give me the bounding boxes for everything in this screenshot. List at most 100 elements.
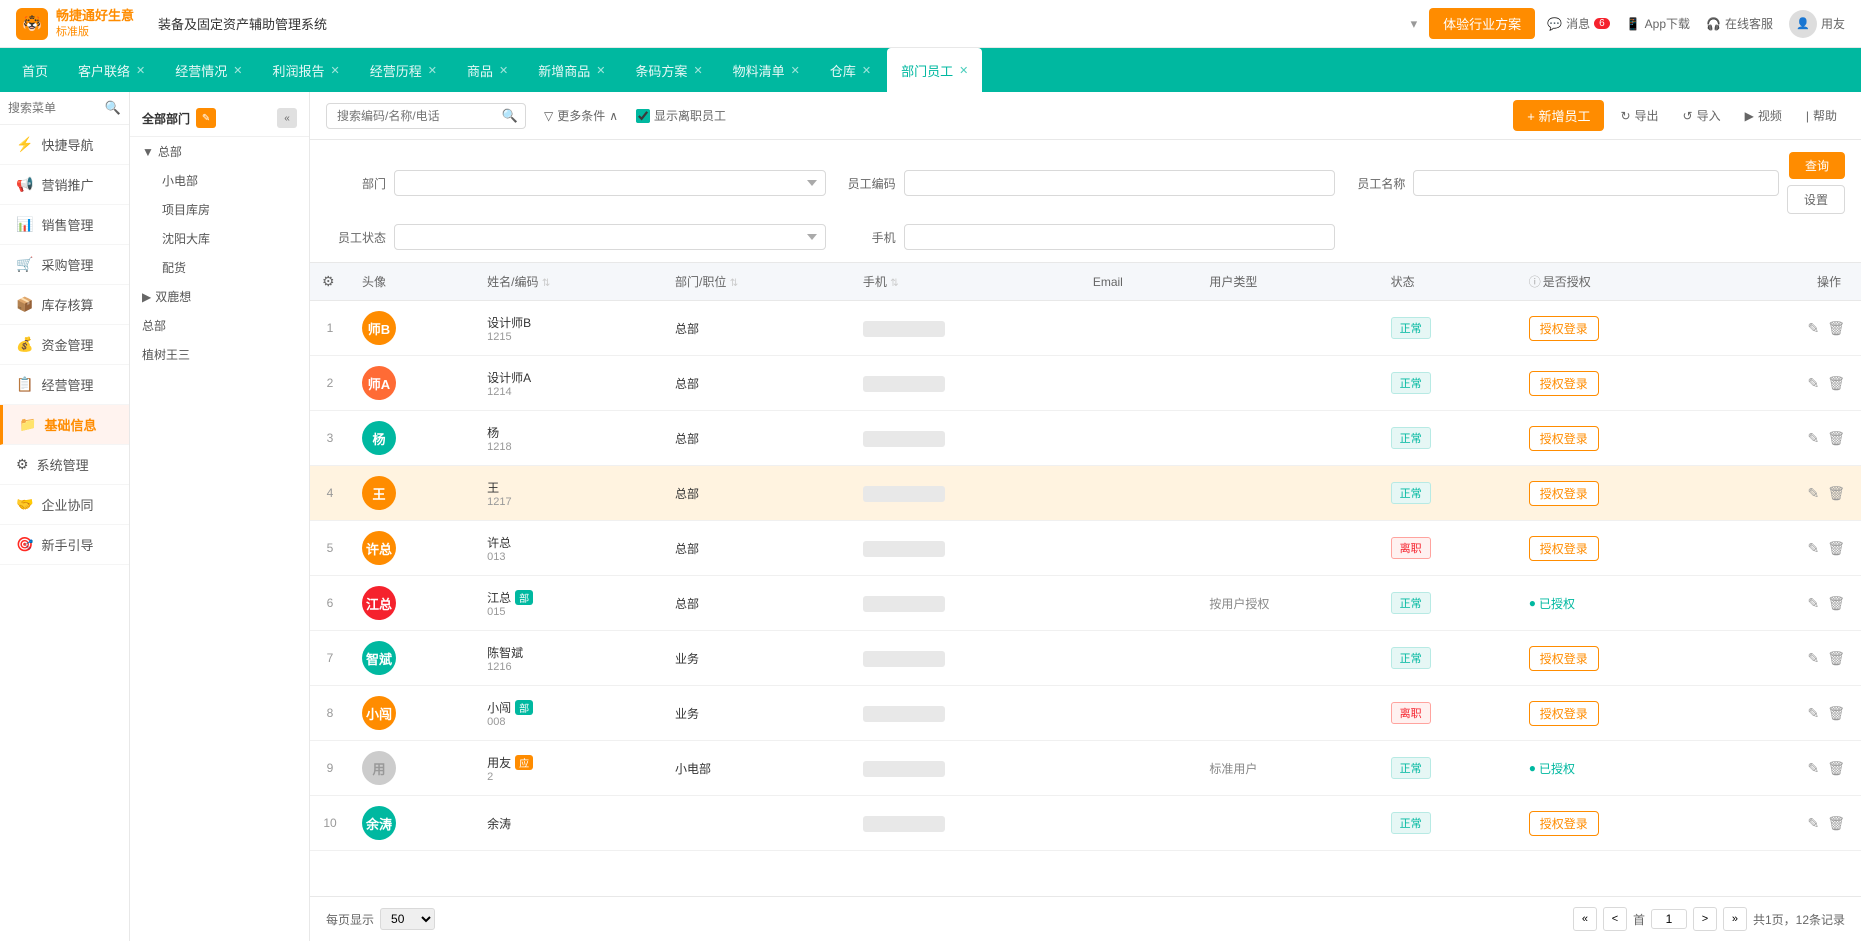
auth-button[interactable]: 授权登录	[1529, 426, 1599, 451]
dept-collapse-button[interactable]: «	[277, 108, 297, 128]
auth-button[interactable]: 授权登录	[1529, 316, 1599, 341]
delete-icon[interactable]: 🗑	[1827, 595, 1845, 612]
close-icon[interactable]: ✕	[428, 64, 437, 77]
tab-bom[interactable]: 物料清单 ✕	[719, 48, 814, 92]
add-employee-button[interactable]: + 新增员工	[1513, 100, 1604, 131]
dept-item-project-storage[interactable]: 项目库房	[130, 195, 309, 224]
emp-name-input[interactable]	[1413, 170, 1779, 196]
app-download-button[interactable]: 📱 App下载	[1626, 15, 1690, 32]
sidebar-item-marketing[interactable]: 📢营销推广	[0, 165, 129, 205]
edit-icon[interactable]: ✎	[1807, 705, 1819, 722]
sidebar-item-quick-nav[interactable]: ⚡快捷导航	[0, 125, 129, 165]
delete-icon[interactable]: 🗑	[1827, 485, 1845, 502]
edit-icon[interactable]: ✎	[1807, 485, 1819, 502]
sidebar-item-sales[interactable]: 📊销售管理	[0, 205, 129, 245]
edit-icon[interactable]: ✎	[1807, 320, 1819, 337]
next-page-button[interactable]: >	[1693, 907, 1717, 931]
prev-page-button[interactable]: <	[1603, 907, 1627, 931]
close-icon[interactable]: ✕	[136, 64, 145, 77]
emp-status-select[interactable]	[394, 224, 826, 250]
close-icon[interactable]: ✕	[862, 64, 871, 77]
delete-icon[interactable]: 🗑	[1827, 430, 1845, 447]
close-icon[interactable]: ✕	[959, 64, 968, 77]
auth-button[interactable]: 授权登录	[1529, 481, 1599, 506]
column-settings-icon[interactable]: ⚙	[322, 273, 335, 289]
dept-all-label[interactable]: 全部部门	[142, 110, 190, 127]
sidebar-item-finance[interactable]: 💰资金管理	[0, 325, 129, 365]
sidebar-item-system[interactable]: ⚙系统管理	[0, 445, 129, 485]
dept-item-plantwang[interactable]: 植树王三	[130, 340, 309, 369]
emp-code-input[interactable]	[904, 170, 1336, 196]
view-button[interactable]: ▶ 视频	[1737, 102, 1790, 129]
tab-goods[interactable]: 商品 ✕	[453, 48, 522, 92]
trial-button[interactable]: 体验行业方案	[1429, 8, 1535, 39]
sort-name-icon[interactable]: ⇅	[542, 278, 550, 289]
user-button[interactable]: 👤 用友	[1789, 10, 1845, 38]
edit-icon[interactable]: ✎	[1807, 760, 1819, 777]
more-filter-button[interactable]: ▽ 更多条件 ∧	[534, 102, 628, 129]
expand-icon[interactable]: ▾	[1411, 16, 1418, 32]
tab-home[interactable]: 首页	[8, 48, 62, 92]
edit-icon[interactable]: ✎	[1807, 540, 1819, 557]
edit-icon[interactable]: ✎	[1807, 815, 1819, 832]
import-button[interactable]: ↺ 导入	[1675, 102, 1729, 129]
dept-select[interactable]	[394, 170, 826, 196]
close-icon[interactable]: ✕	[791, 64, 800, 77]
export-button[interactable]: ↻ 导出	[1612, 102, 1666, 129]
th-name-code[interactable]: 姓名/编码 ⇅	[475, 263, 663, 301]
th-dept-position[interactable]: 部门/职位 ⇅	[663, 263, 851, 301]
page-number-input[interactable]	[1651, 909, 1687, 929]
th-phone[interactable]: 手机 ⇅	[851, 263, 1081, 301]
delete-icon[interactable]: 🗑	[1827, 705, 1845, 722]
dept-edit-button[interactable]: ✎	[196, 108, 216, 128]
delete-icon[interactable]: 🗑	[1827, 540, 1845, 557]
tab-warehouse[interactable]: 仓库 ✕	[816, 48, 885, 92]
tab-barcode[interactable]: 条码方案 ✕	[621, 48, 716, 92]
sidebar-item-purchase[interactable]: 🛒采购管理	[0, 245, 129, 285]
auth-button[interactable]: 授权登录	[1529, 371, 1599, 396]
reset-button[interactable]: 设置	[1787, 185, 1845, 214]
tab-history[interactable]: 经营历程 ✕	[356, 48, 451, 92]
show-resigned-checkbox[interactable]	[636, 109, 650, 123]
edit-icon[interactable]: ✎	[1807, 650, 1819, 667]
dept-item-shenyang[interactable]: 沈阳大库	[130, 224, 309, 253]
close-icon[interactable]: ✕	[693, 64, 702, 77]
close-icon[interactable]: ✕	[331, 64, 340, 77]
message-button[interactable]: 💬 消息 6	[1547, 15, 1610, 32]
edit-icon[interactable]: ✎	[1807, 595, 1819, 612]
auth-button[interactable]: 授权登录	[1529, 811, 1599, 836]
sidebar-item-inventory[interactable]: 📦库存核算	[0, 285, 129, 325]
auth-button[interactable]: 授权登录	[1529, 536, 1599, 561]
page-size-select[interactable]: 50 20 100	[380, 908, 435, 930]
sort-phone-icon[interactable]: ⇅	[890, 278, 898, 289]
sidebar-item-collaboration[interactable]: 🤝企业协同	[0, 485, 129, 525]
edit-icon[interactable]: ✎	[1807, 375, 1819, 392]
edit-icon[interactable]: ✎	[1807, 430, 1819, 447]
sidebar-search-input[interactable]	[8, 101, 101, 115]
close-icon[interactable]: ✕	[499, 64, 508, 77]
dept-item-headquarter-root[interactable]: ▼ 总部	[130, 137, 309, 166]
delete-icon[interactable]: 🗑	[1827, 375, 1845, 392]
employee-search-input[interactable]	[326, 103, 526, 129]
tab-customer[interactable]: 客户联络 ✕	[64, 48, 159, 92]
tab-add-goods[interactable]: 新增商品 ✕	[524, 48, 619, 92]
delete-icon[interactable]: 🗑	[1827, 650, 1845, 667]
online-service-button[interactable]: 🎧 在线客服	[1706, 15, 1773, 32]
dept-item-delivery[interactable]: 配货	[130, 253, 309, 282]
delete-icon[interactable]: 🗑	[1827, 320, 1845, 337]
help-button[interactable]: | 帮助	[1798, 102, 1845, 129]
phone-input[interactable]	[904, 224, 1336, 250]
auth-button[interactable]: 授权登录	[1529, 701, 1599, 726]
dept-item-shuanglu[interactable]: ▶ 双鹿想	[130, 282, 309, 311]
search-submit-icon[interactable]: 🔍	[502, 108, 518, 124]
tab-profit[interactable]: 利润报告 ✕	[258, 48, 353, 92]
query-button[interactable]: 查询	[1789, 152, 1845, 179]
delete-icon[interactable]: 🗑	[1827, 815, 1845, 832]
sidebar-item-guide[interactable]: 🎯新手引导	[0, 525, 129, 565]
sort-dept-icon[interactable]: ⇅	[730, 278, 738, 289]
sidebar-item-basic-info[interactable]: 📁基础信息	[0, 405, 129, 445]
auth-button[interactable]: 授权登录	[1529, 646, 1599, 671]
first-page-button[interactable]: «	[1573, 907, 1597, 931]
tab-operation[interactable]: 经营情况 ✕	[161, 48, 256, 92]
close-icon[interactable]: ✕	[596, 64, 605, 77]
